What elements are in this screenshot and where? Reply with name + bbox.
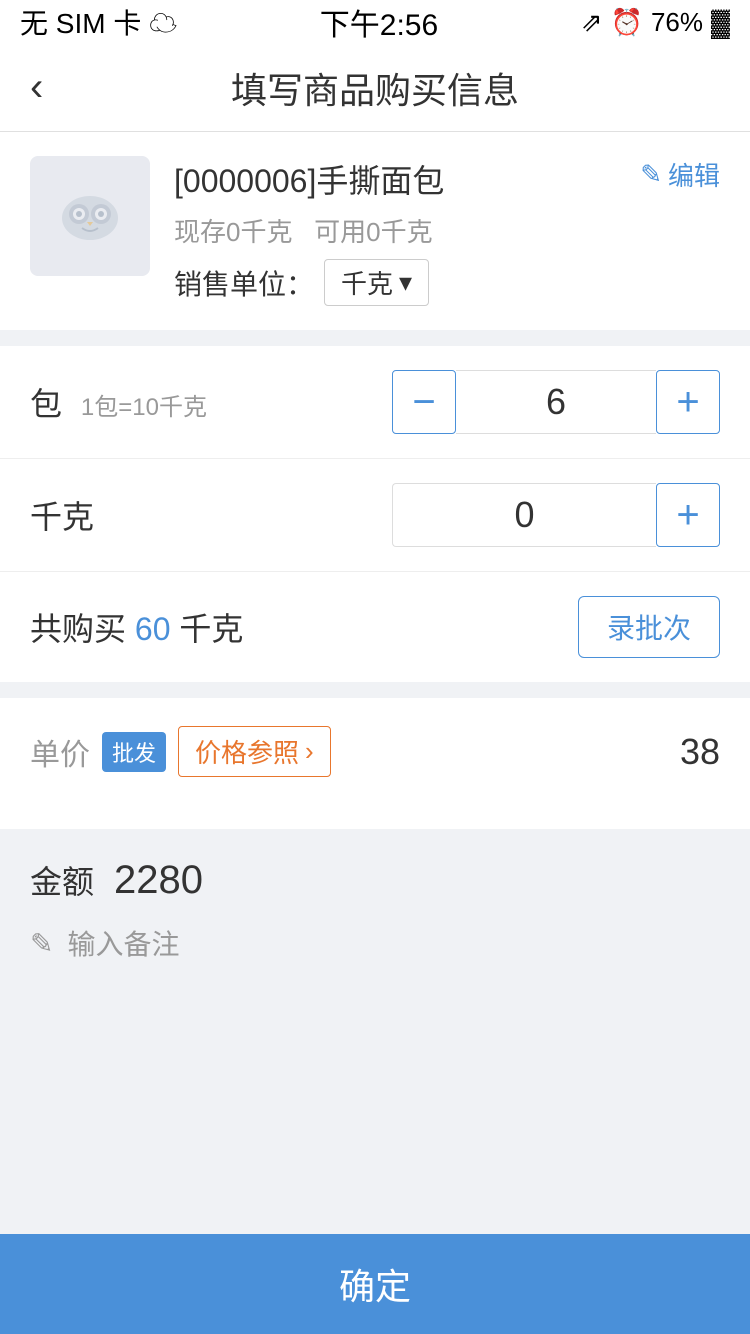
price-value: 38 [680, 731, 720, 773]
batch-button[interactable]: 录批次 [578, 596, 720, 658]
price-badge: 批发 [102, 732, 166, 772]
sim-label: 无 SIM 卡 ☁ [20, 2, 177, 42]
kg-row: 千克 + [0, 459, 750, 572]
bag-quantity-input[interactable] [456, 370, 656, 434]
nav-bar: ‹ 填写商品购买信息 [0, 44, 750, 132]
pencil-icon: ✎ [30, 927, 53, 960]
kg-quantity-control: + [392, 483, 720, 547]
kg-plus-button[interactable]: + [656, 483, 720, 547]
bag-sublabel: 1包=10千克 [81, 394, 207, 421]
product-image [30, 156, 150, 276]
confirm-button[interactable]: 确定 [0, 1234, 750, 1334]
kg-quantity-input[interactable] [392, 483, 656, 547]
available-value: 可用0千克 [314, 217, 432, 247]
unit-label: 销售单位： [174, 263, 314, 303]
bag-minus-button[interactable]: − [392, 370, 456, 434]
product-info: [0000006]手撕面包 ✎ 编辑 现存0千克 可用0千克 销售单位： 千克 … [174, 156, 720, 306]
bottom-spacer [0, 1109, 750, 1209]
price-section: 单价 批发 价格参照 › 38 [0, 698, 750, 829]
edit-icon: ✎ [640, 159, 662, 190]
price-ref-arrow-icon: › [305, 736, 314, 767]
back-button[interactable]: ‹ [20, 55, 53, 120]
section-divider-2 [0, 682, 750, 698]
battery-icon: ▓ [711, 7, 730, 38]
bag-plus-button[interactable]: + [656, 370, 720, 434]
price-label: 单价 [30, 730, 90, 774]
edit-label: 编辑 [668, 156, 720, 193]
product-card: [0000006]手撕面包 ✎ 编辑 现存0千克 可用0千克 销售单位： 千克 … [0, 132, 750, 330]
bag-quantity-control: − + [392, 370, 720, 434]
price-ref-button[interactable]: 价格参照 › [178, 726, 331, 777]
total-unit: 千克 [179, 611, 243, 647]
total-row: 共购买 60 千克 录批次 [0, 572, 750, 682]
price-ref-label: 价格参照 [195, 733, 299, 770]
input-section: 包 1包=10千克 − + 千克 + [0, 346, 750, 572]
product-unit-row: 销售单位： 千克 ▾ [174, 259, 720, 306]
price-row: 单价 批发 价格参照 › 38 [30, 726, 720, 777]
product-name: [0000006]手撕面包 [174, 156, 444, 202]
section-divider-1 [0, 330, 750, 346]
stock-value: 现存0千克 [174, 217, 292, 247]
amount-section: 金额 2280 ✎ 输入备注 [0, 829, 750, 1109]
confirm-label: 确定 [339, 1258, 411, 1310]
location-icon: ⇗ [581, 7, 603, 38]
product-logo-icon [50, 186, 130, 246]
total-value: 60 [135, 611, 179, 647]
chevron-down-icon: ▾ [399, 267, 412, 298]
amount-row: 金额 2280 [30, 857, 720, 903]
amount-value: 2280 [114, 858, 203, 903]
kg-label: 千克 [30, 492, 392, 538]
product-stock: 现存0千克 可用0千克 [174, 212, 720, 249]
status-time: 下午2:56 [320, 0, 438, 44]
remark-placeholder: 输入备注 [67, 923, 179, 963]
status-right: ⇗ ⏰ 76% ▓ [581, 7, 730, 38]
unit-select[interactable]: 千克 ▾ [324, 259, 429, 306]
amount-label: 金额 [30, 857, 94, 903]
unit-value: 千克 [341, 264, 393, 301]
price-left: 单价 批发 价格参照 › [30, 726, 331, 777]
alarm-icon: ⏰ [611, 7, 643, 38]
status-left: 无 SIM 卡 ☁ [20, 2, 177, 42]
status-bar: 无 SIM 卡 ☁ 下午2:56 ⇗ ⏰ 76% ▓ [0, 0, 750, 44]
page-title: 填写商品购买信息 [231, 62, 519, 114]
total-label: 共购买 [30, 611, 126, 647]
total-text: 共购买 60 千克 [30, 604, 243, 650]
battery-label: 76% [651, 7, 703, 38]
edit-button[interactable]: ✎ 编辑 [640, 156, 720, 193]
bag-row: 包 1包=10千克 − + [0, 346, 750, 459]
bag-label: 包 1包=10千克 [30, 379, 392, 425]
remark-row[interactable]: ✎ 输入备注 [30, 923, 720, 963]
